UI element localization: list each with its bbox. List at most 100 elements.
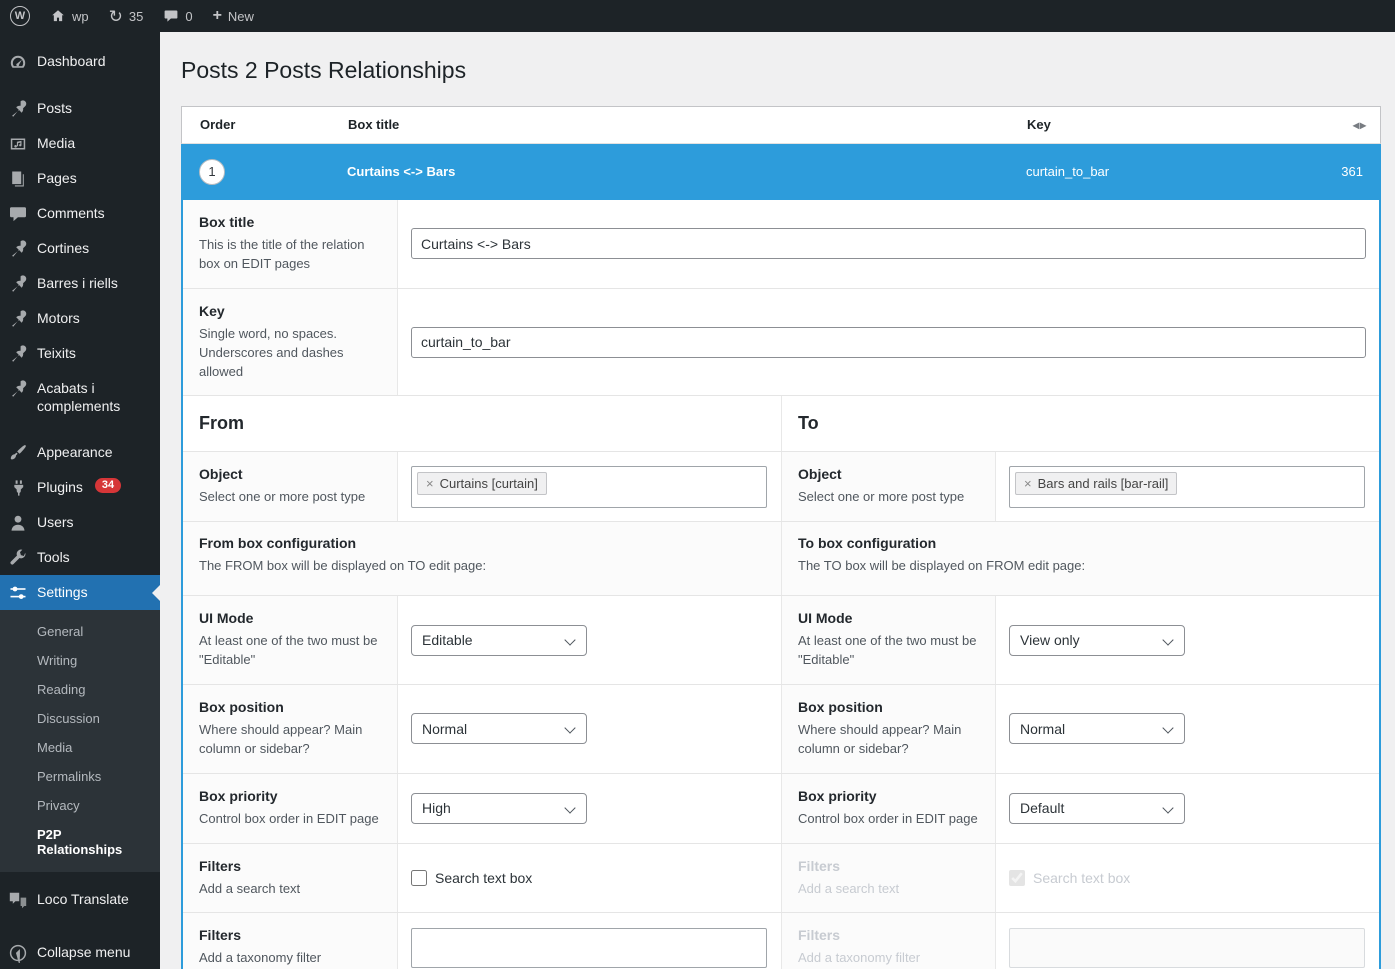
sidebar-item-media[interactable]: Media xyxy=(0,126,160,161)
sidebar-item-dashboard[interactable]: Dashboard xyxy=(0,44,160,79)
sidebar-item-appearance[interactable]: Appearance xyxy=(0,435,160,470)
key-row: Key Single word, no spaces. Underscores … xyxy=(183,287,1379,396)
object-label: Object xyxy=(798,466,842,483)
filters-taxonomy-from-field-cell xyxy=(397,913,781,969)
filters-taxonomy-help: Add a taxonomy filter xyxy=(798,950,921,966)
comments-bubble-icon xyxy=(163,8,179,24)
box-position-label: Box position xyxy=(199,699,284,716)
order-column-header[interactable]: Order xyxy=(182,117,348,132)
sidebar-item-barres-i-riells[interactable]: Barres i riells xyxy=(0,266,160,301)
appearance-icon xyxy=(8,443,28,462)
box-position-to-select[interactable]: Normal xyxy=(1009,713,1185,745)
from-section-header: From xyxy=(199,413,244,434)
column-toggle-handle[interactable]: ◂ ▸ xyxy=(1331,118,1380,132)
sidebar-item-pages[interactable]: Pages xyxy=(0,161,160,196)
submenu-item-reading[interactable]: Reading xyxy=(0,675,160,704)
submenu-item-p2p-relationships[interactable]: P2P Relationships xyxy=(0,820,160,864)
box-title-input[interactable] xyxy=(411,228,1366,260)
sidebar-item-label: Users xyxy=(37,514,74,531)
to-box-configuration-cell: To box configuration The TO box will be … xyxy=(781,522,1379,596)
key-input[interactable] xyxy=(411,326,1366,358)
filters-label: Filters xyxy=(798,927,841,944)
object-help: Select one or more post type xyxy=(199,489,366,505)
relationship-row-curtains-bars[interactable]: 1 Curtains <-> Bars curtain_to_bar 361 xyxy=(181,143,1381,200)
key-label-cell: Key Single word, no spaces. Underscores … xyxy=(183,288,397,396)
sidebar-item-settings[interactable]: Settings xyxy=(0,575,160,611)
submenu-item-privacy[interactable]: Privacy xyxy=(0,791,160,820)
loco-translate-icon xyxy=(8,890,28,909)
box-priority-from-select[interactable]: High xyxy=(411,792,587,824)
box-priority-from-value: High xyxy=(422,800,451,817)
box-title-column-header[interactable]: Box title xyxy=(348,117,1027,132)
box-priority-from-field-cell: High xyxy=(397,773,781,843)
relationship-key: curtain_to_bar xyxy=(1026,164,1110,180)
ui-mode-to-select[interactable]: View only xyxy=(1009,624,1185,656)
plugins-update-badge: 34 xyxy=(94,478,122,494)
filters-label: Filters xyxy=(199,927,242,944)
box-title-label: Box title xyxy=(199,213,255,230)
comments-link[interactable]: 0 xyxy=(153,0,202,32)
object-from-tag[interactable]: × Curtains [curtain] xyxy=(417,471,547,495)
sidebar-item-teixits[interactable]: Teixits xyxy=(0,336,160,371)
sidebar-item-cortines[interactable]: Cortines xyxy=(0,231,160,266)
updates-link[interactable]: ↻ 35 xyxy=(99,0,154,32)
object-to-tag[interactable]: × Bars and rails [bar-rail] xyxy=(1015,471,1178,495)
ui-mode-from-select[interactable]: Editable xyxy=(411,624,587,656)
search-text-box-checkbox-from[interactable] xyxy=(411,870,427,887)
sidebar-item-users[interactable]: Users xyxy=(0,505,160,540)
box-position-from-select[interactable]: Normal xyxy=(411,713,587,745)
sidebar-item-comments[interactable]: Comments xyxy=(0,196,160,231)
object-to-multiselect[interactable]: × Bars and rails [bar-rail] xyxy=(1009,465,1365,508)
submenu-item-writing[interactable]: Writing xyxy=(0,646,160,675)
new-label: New xyxy=(227,8,254,24)
key-field-cell xyxy=(397,288,1379,396)
ui-mode-label: UI Mode xyxy=(798,610,853,627)
sidebar-item-motors[interactable]: Motors xyxy=(0,301,160,336)
relationships-table: Order Box title Key ◂ ▸ 1 Curtains <-> B… xyxy=(181,105,1381,969)
box-position-to-label-cell: Box position Where should appear? Main c… xyxy=(781,685,995,773)
sidebar-item-label: Appearance xyxy=(37,444,113,461)
box-title-label-cell: Box title This is the title of the relat… xyxy=(183,199,397,288)
remove-tag-icon[interactable]: × xyxy=(426,477,434,490)
relationship-title-link[interactable]: Curtains <-> Bars xyxy=(347,164,1026,179)
plus-icon: + xyxy=(212,7,222,24)
tools-icon xyxy=(8,548,28,567)
box-position-help: Where should appear? Main column or side… xyxy=(199,722,363,756)
updates-count: 35 xyxy=(128,8,144,24)
submenu-item-media[interactable]: Media xyxy=(0,733,160,762)
object-from-label-cell: Object Select one or more post type xyxy=(183,452,397,522)
plugins-icon xyxy=(8,478,28,497)
search-text-box-option-from[interactable]: Search text box xyxy=(411,870,532,887)
taxonomy-filter-input-from[interactable] xyxy=(411,928,767,969)
settings-icon xyxy=(8,583,28,602)
sidebar-item-label: Comments xyxy=(37,205,105,221)
from-to-header-row: From To xyxy=(183,395,1379,452)
new-content-link[interactable]: + New xyxy=(203,0,264,32)
submenu-item-permalinks[interactable]: Permalinks xyxy=(0,762,160,791)
remove-tag-icon[interactable]: × xyxy=(1024,477,1032,490)
wordpress-menu[interactable]: W xyxy=(0,0,40,32)
sidebar-item-loco-translate[interactable]: Loco Translate xyxy=(0,882,160,917)
box-position-from-label-cell: Box position Where should appear? Main c… xyxy=(183,685,397,773)
sidebar-item-posts[interactable]: Posts xyxy=(0,91,160,126)
box-priority-to-select[interactable]: Default xyxy=(1009,792,1185,824)
sidebar-item-tools[interactable]: Tools xyxy=(0,540,160,575)
box-priority-to-field-cell: Default xyxy=(995,773,1379,843)
collapse-menu-button[interactable]: Collapse menu xyxy=(0,935,160,969)
ui-mode-from-label-cell: UI Mode At least one of the two must be … xyxy=(183,596,397,685)
filters-search-to-label-cell: Filters Add a search text xyxy=(781,843,995,913)
submenu-item-general[interactable]: General xyxy=(0,617,160,646)
box-position-from-value: Normal xyxy=(422,720,468,737)
media-icon xyxy=(8,134,28,153)
filters-search-help: Add a search text xyxy=(199,880,301,896)
dashboard-icon xyxy=(8,52,28,71)
submenu-item-discussion[interactable]: Discussion xyxy=(0,704,160,733)
sidebar-item-plugins[interactable]: Plugins 34 xyxy=(0,470,160,505)
key-column-header[interactable]: Key xyxy=(1027,117,1331,132)
sidebar-item-acabats-i-complements[interactable]: Acabats i complements xyxy=(0,371,160,423)
object-from-multiselect[interactable]: × Curtains [curtain] xyxy=(411,465,767,508)
sidebar-item-label: Pages xyxy=(37,170,77,186)
site-name-link[interactable]: wp xyxy=(40,0,99,32)
pin-icon xyxy=(8,344,28,363)
filters-label: Filters xyxy=(798,857,841,874)
